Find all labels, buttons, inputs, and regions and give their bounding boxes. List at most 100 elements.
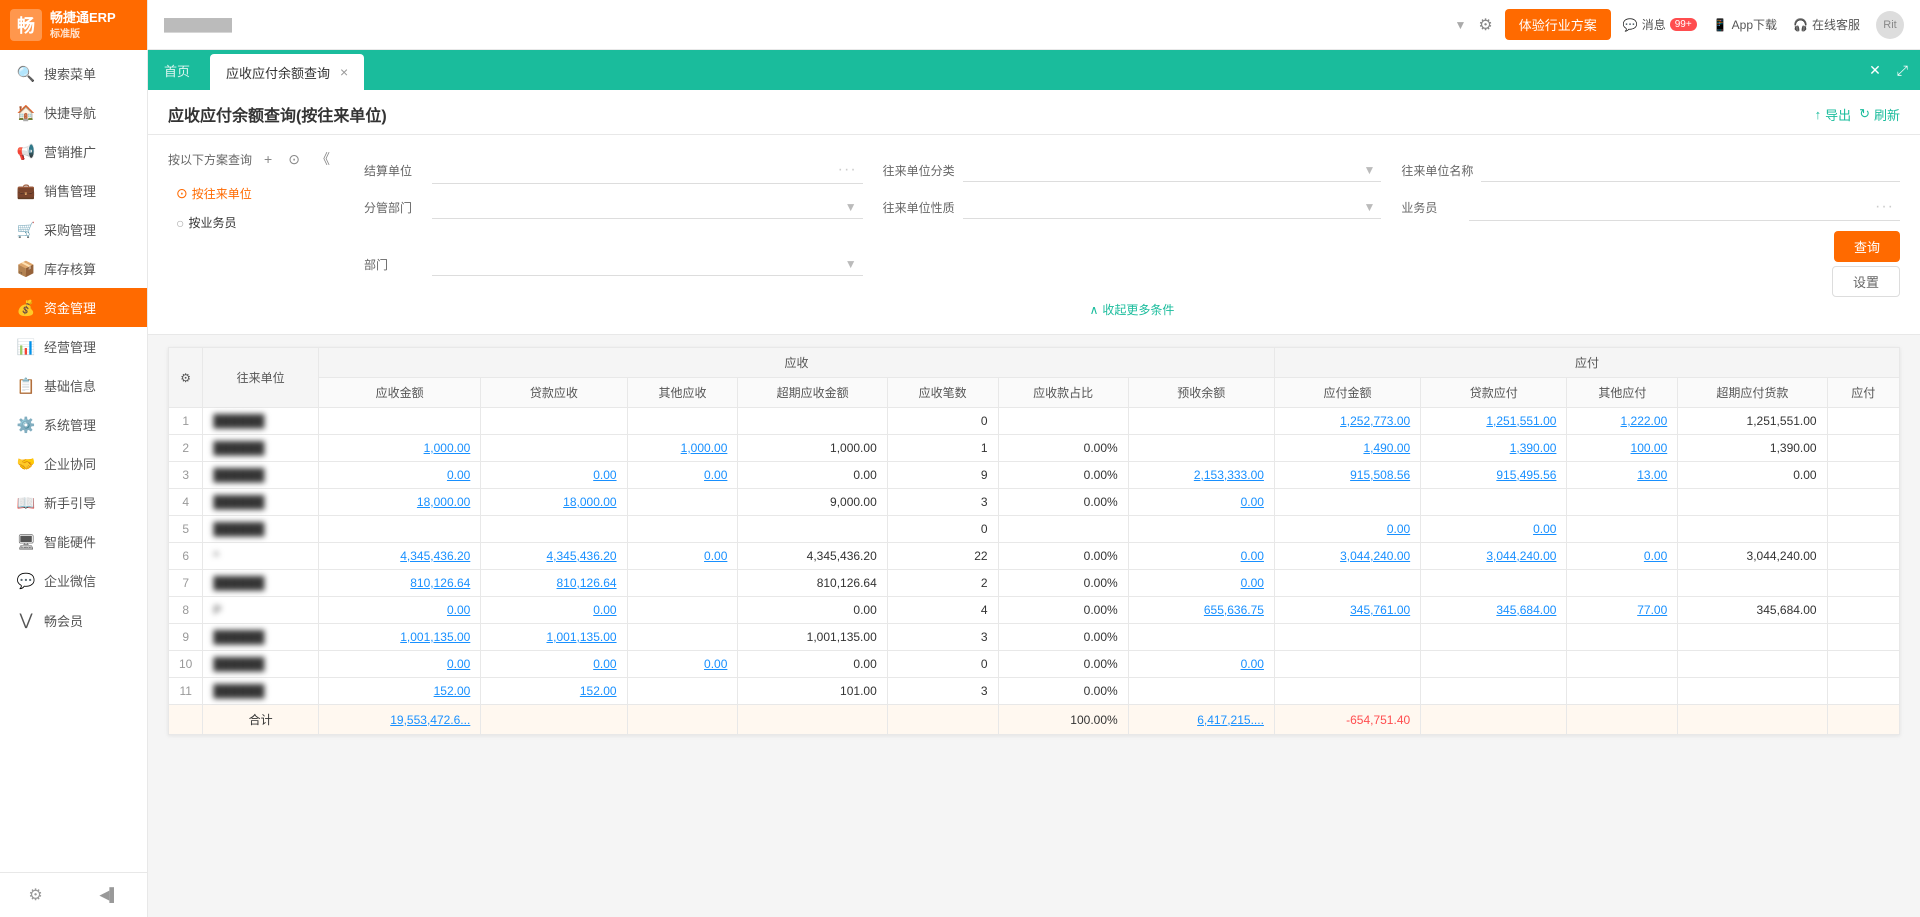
table-row: 11██████152.00152.00101.0030.00%	[169, 678, 1900, 705]
refresh-button[interactable]: ↻ 刷新	[1859, 105, 1900, 124]
col-settings-header[interactable]: ⚙	[169, 348, 203, 408]
sidebar-item-base[interactable]: 📋 基础信息	[0, 366, 147, 405]
filter-scheme-list: ⊙ 按往来单位 ○ 按业务员	[168, 181, 348, 235]
partner-cell: ^	[203, 543, 319, 570]
scheme-by-unit[interactable]: ⊙ 按往来单位	[168, 181, 348, 206]
filter-action-buttons: 查询 设置	[1401, 231, 1900, 297]
sidebar-item-collab[interactable]: 🤝 企业协同	[0, 444, 147, 483]
message-btn[interactable]: 💬 消息 99+	[1623, 16, 1697, 33]
filter-department: 部门 ▼	[364, 231, 863, 297]
query-button[interactable]: 查询	[1834, 231, 1900, 262]
tab-home[interactable]: 首页	[148, 50, 206, 90]
hardware-icon: 🖥	[16, 533, 36, 551]
settings-scheme-btn[interactable]: ⊙	[284, 149, 304, 170]
unit-category-arrow[interactable]: ▼	[1363, 163, 1375, 177]
sidebar-item-label: 企业协同	[44, 454, 96, 473]
table-row: 1██████01,252,773.001,251,551.001,222.00…	[169, 408, 1900, 435]
app-label: App下载	[1732, 16, 1777, 33]
base-icon: 📋	[16, 377, 36, 395]
service-btn[interactable]: 🎧 在线客服	[1793, 16, 1860, 33]
operations-icon: 📊	[16, 338, 36, 356]
dropdown-arrow-icon[interactable]: ▼	[1455, 18, 1467, 32]
guide-icon: 📖	[16, 494, 36, 512]
sidebar-item-label: 企业微信	[44, 571, 96, 590]
sidebar-item-operations[interactable]: 📊 经营管理	[0, 327, 147, 366]
row-num-cell: 10	[169, 651, 203, 678]
sidebar-item-label: 系统管理	[44, 415, 96, 434]
sidebar-item-sales[interactable]: 💼 销售管理	[0, 171, 147, 210]
settlement-unit-dots[interactable]: ···	[838, 161, 857, 179]
wechat-icon: 💬	[16, 572, 36, 590]
partner-cell: ██████	[203, 678, 319, 705]
sidebar-item-finance[interactable]: 💰 资金管理	[0, 288, 147, 327]
message-badge: 99+	[1670, 18, 1697, 31]
total-ar-prepay[interactable]: 6,417,215....	[1128, 705, 1274, 735]
col-ar-count: 应收笔数	[887, 378, 998, 408]
sidebar-item-search[interactable]: 🔍 搜索菜单	[0, 54, 147, 93]
unit-name-input[interactable]	[1481, 159, 1900, 182]
export-button[interactable]: ↑ 导出	[1815, 105, 1852, 124]
sales-icon: 💼	[16, 182, 36, 200]
col-settings-icon[interactable]: ⚙	[180, 371, 191, 385]
dept-manager-arrow[interactable]: ▼	[845, 200, 857, 214]
col-ap-loan: 贷款应付	[1421, 378, 1567, 408]
sidebar-item-member[interactable]: ⋁ 畅会员	[0, 600, 147, 640]
salesperson-dots[interactable]: ···	[1875, 198, 1894, 216]
sidebar-item-system[interactable]: ⚙️ 系统管理	[0, 405, 147, 444]
unit-nature-input[interactable]: ▼	[963, 196, 1382, 219]
total-ap-amount: -654,751.40	[1274, 705, 1420, 735]
sidebar-item-label: 基础信息	[44, 376, 96, 395]
collapse-footer-btn[interactable]: ◀▌	[91, 883, 126, 907]
total-ap-loan	[1421, 705, 1567, 735]
filter-grid-row1: 结算单位 ··· 往来单位分类 ▼ 往来单位	[364, 157, 1900, 297]
sidebar-item-quick-nav[interactable]: 🏠 快捷导航	[0, 93, 147, 132]
tab-close-icon[interactable]: ×	[340, 64, 348, 80]
filter-collapse-btn[interactable]: ∧ 收起更多条件	[364, 297, 1900, 322]
sidebar-item-hardware[interactable]: 🖥 智能硬件	[0, 522, 147, 561]
partner-cell: ██████	[203, 408, 319, 435]
row-num-cell: 3	[169, 462, 203, 489]
header-actions: 💬 消息 99+ 📱 App下载 🎧 在线客服 Rit	[1623, 11, 1904, 39]
sidebar-item-guide[interactable]: 📖 新手引导	[0, 483, 147, 522]
page-header: 应收应付余额查询(按往来单位) ↑ 导出 ↻ 刷新	[148, 90, 1920, 135]
refresh-icon: ↻	[1859, 106, 1870, 122]
filter-unit-category: 往来单位分类 ▼	[883, 157, 1382, 184]
promo-button[interactable]: 体验行业方案	[1505, 9, 1611, 40]
sidebar-item-label: 营销推广	[44, 142, 96, 161]
settings-footer-btn[interactable]: ⚙	[20, 881, 50, 909]
salesperson-input[interactable]: ···	[1469, 194, 1900, 221]
sidebar: 畅 畅捷通ERP 标准版 🔍 搜索菜单 🏠 快捷导航 📢 营销推广 💼 销售管理…	[0, 0, 148, 917]
partner-cell: ██████	[203, 570, 319, 597]
collapse-label: 收起更多条件	[1102, 301, 1174, 318]
dept-manager-input[interactable]: ▼	[432, 196, 863, 219]
scheme-by-staff[interactable]: ○ 按业务员	[168, 210, 348, 235]
app-icon: 📱	[1713, 18, 1728, 32]
user-avatar[interactable]: Rit	[1876, 11, 1904, 39]
header-gear-icon[interactable]: ⚙	[1478, 15, 1492, 35]
department-input[interactable]: ▼	[432, 253, 863, 276]
total-ar-count	[887, 705, 998, 735]
unit-category-input[interactable]: ▼	[963, 159, 1382, 182]
total-ar-amount[interactable]: 19,553,472.6...	[319, 705, 481, 735]
unit-nature-label: 往来单位性质	[883, 199, 955, 216]
export-icon: ↑	[1815, 107, 1822, 122]
tab-balance-query[interactable]: 应收应付余额查询 ×	[210, 54, 364, 90]
settings-button[interactable]: 设置	[1832, 266, 1900, 297]
unit-nature-arrow[interactable]: ▼	[1363, 200, 1375, 214]
tab-expand-btn[interactable]: ⤢	[1893, 58, 1912, 83]
settlement-unit-input[interactable]: ···	[432, 157, 863, 184]
add-scheme-btn[interactable]: +	[260, 149, 276, 169]
app-download-btn[interactable]: 📱 App下载	[1713, 16, 1777, 33]
sidebar-item-marketing[interactable]: 📢 营销推广	[0, 132, 147, 171]
top-header: ████████ ▼ ⚙ 体验行业方案 💬 消息 99+ 📱 App下载 🎧 在…	[148, 0, 1920, 50]
tab-close-window-btn[interactable]: ✕	[1865, 58, 1885, 83]
col-ar-loan: 贷款应收	[481, 378, 627, 408]
department-arrow[interactable]: ▼	[845, 257, 857, 271]
sidebar-item-inventory[interactable]: 📦 库存核算	[0, 249, 147, 288]
sidebar-item-purchase[interactable]: 🛒 采购管理	[0, 210, 147, 249]
filter-area: 按以下方案查询 + ⊙ 《 ⊙ 按往来单位 ○ 按业务员	[148, 135, 1920, 335]
sidebar-item-wechat[interactable]: 💬 企业微信	[0, 561, 147, 600]
table-header: ⚙ 往来单位 应收 应付 应收金额 贷款应收 其他应收 超期应收金额 应收笔数 …	[169, 348, 1900, 408]
sidebar-item-label: 搜索菜单	[44, 64, 96, 83]
collapse-scheme-btn[interactable]: 《	[312, 147, 334, 171]
